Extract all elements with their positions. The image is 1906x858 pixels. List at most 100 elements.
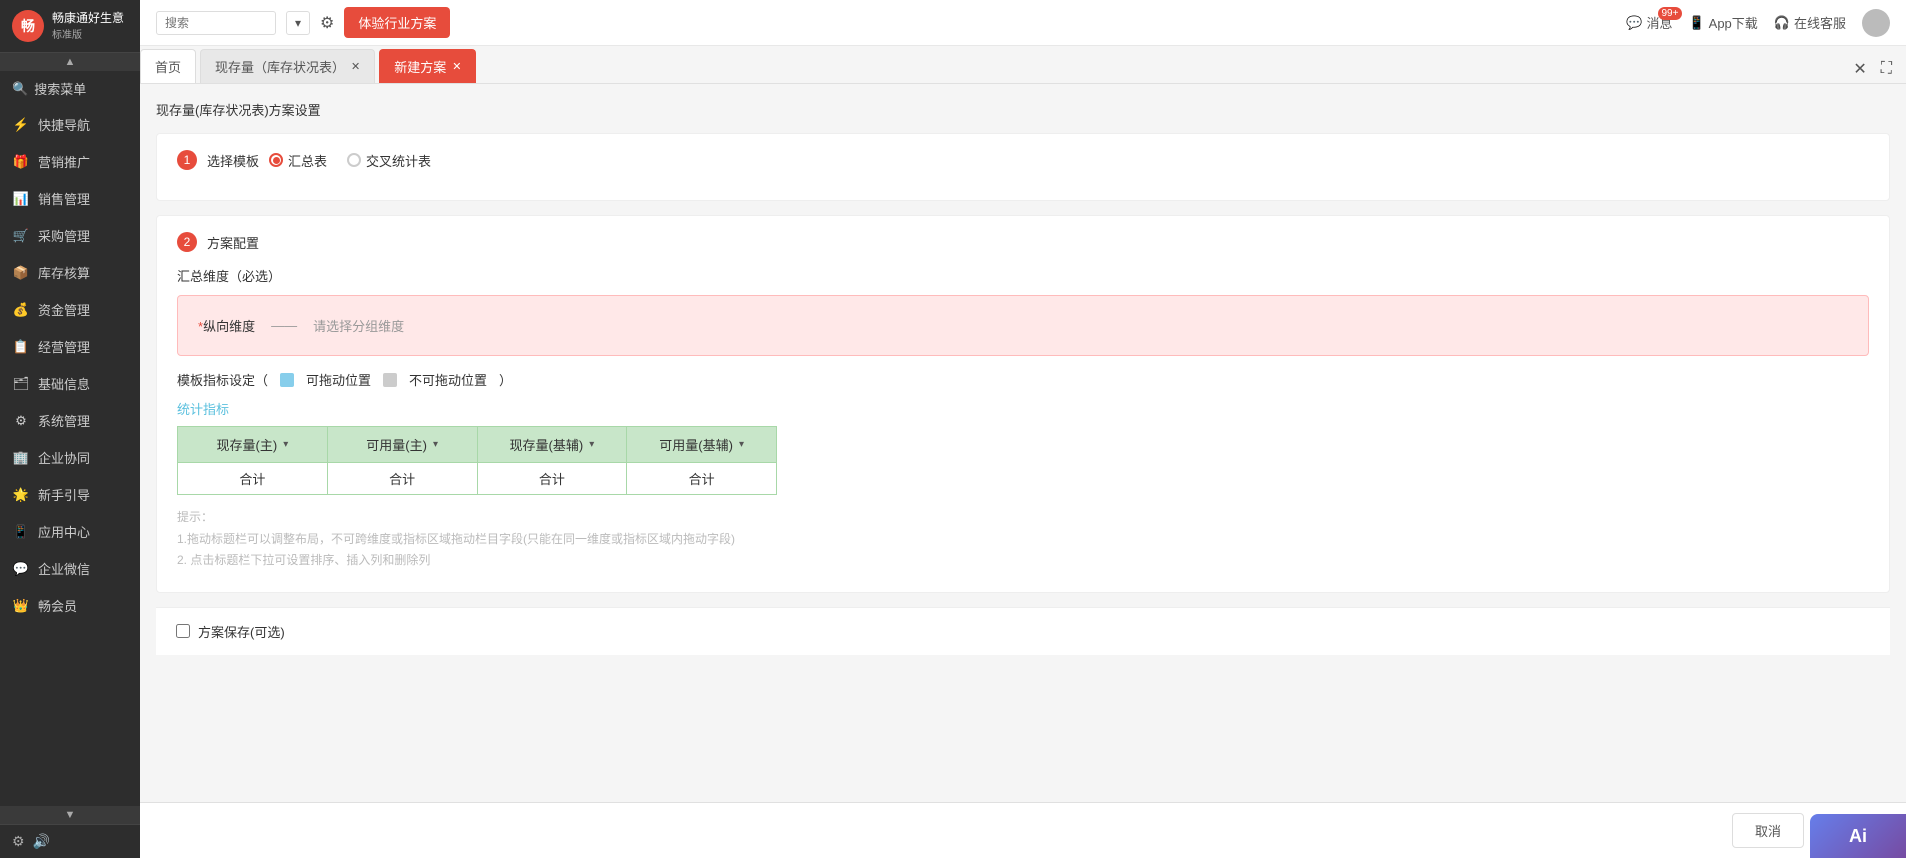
save-section: 方案保存(可选): [156, 607, 1890, 655]
cancel-button[interactable]: 取消: [1732, 813, 1804, 848]
indicator-close: ）: [499, 370, 512, 389]
topbar-dropdown-button[interactable]: ▾: [286, 11, 310, 35]
radio-cross-dot: [347, 153, 361, 167]
expand-window-icon[interactable]: ⛶: [1877, 56, 1896, 82]
stats-table-header-row: 现存量(主) ▾ 可用量(主) ▾: [178, 427, 777, 463]
online-service-button[interactable]: 🎧 在线客服: [1774, 13, 1846, 32]
message-button[interactable]: 💬 消息 99+: [1626, 13, 1672, 32]
inventory-status-tab-label: 现存量（库存状况表）: [215, 57, 345, 76]
sidebar-item-label: 新手引导: [38, 485, 90, 504]
tips-item-0: 1.拖动标题栏可以调整布局，不可跨维度或指标区域拖动栏目字段(只能在同一维度或指…: [177, 529, 1869, 551]
chevron-down-icon-1: ▾: [433, 439, 438, 450]
sidebar-item-label: 经营管理: [38, 337, 90, 356]
app-download-label: App下载: [1709, 13, 1758, 32]
sidebar-scroll-up[interactable]: ▲: [0, 53, 140, 71]
sidebar-item-label: 企业微信: [38, 559, 90, 578]
close-window-icon[interactable]: ✕: [1849, 55, 1870, 83]
purchase-icon: 🛒: [12, 227, 30, 245]
sidebar-item-label: 应用中心: [38, 522, 90, 541]
page-title: 现存量(库存状况表)方案设置: [156, 100, 1890, 119]
new-plan-tab-close[interactable]: ✕: [452, 60, 461, 73]
chevron-down-icon-2: ▾: [589, 439, 594, 450]
step1-section: 1 选择模板 汇总表 交叉统计表: [156, 133, 1890, 201]
dimension-row: *纵向维度 —— 请选择分组维度: [198, 316, 1848, 335]
experience-btn[interactable]: 体验行业方案: [344, 7, 450, 38]
sidebar-item-newbie[interactable]: 🌟 新手引导: [0, 476, 140, 513]
user-avatar[interactable]: [1862, 9, 1890, 37]
step1-badge: 1: [177, 150, 197, 170]
sidebar-search[interactable]: 🔍 搜索菜单: [0, 71, 140, 106]
draggable-label: 可拖动位置: [306, 370, 371, 389]
dimension-dash: ——: [271, 318, 297, 333]
app-name: 畅康通好生意 标准版: [52, 11, 124, 42]
home-tab-label: 首页: [155, 57, 181, 76]
sidebar-item-basic[interactable]: 🗂 基础信息: [0, 365, 140, 402]
sidebar-item-finance[interactable]: 💰 资金管理: [0, 291, 140, 328]
sidebar: 畅 畅康通好生意 标准版 ▲ 🔍 搜索菜单 ⚡ 快捷导航 🎁 营销推广 📊 销售…: [0, 0, 140, 858]
sidebar-item-purchase[interactable]: 🛒 采购管理: [0, 217, 140, 254]
sidebar-item-corp[interactable]: 🏢 企业协同: [0, 439, 140, 476]
sidebar-scroll-down[interactable]: ▼: [0, 806, 140, 824]
ai-fab[interactable]: Ai: [1810, 814, 1906, 858]
content-area: 现存量(库存状况表)方案设置 1 选择模板 汇总表 交叉统计表: [140, 84, 1906, 802]
tab-home[interactable]: 首页: [140, 49, 196, 83]
sidebar-item-quick-nav[interactable]: ⚡ 快捷导航: [0, 106, 140, 143]
stats-label: 统计指标: [177, 399, 1869, 418]
finance-icon: 💰: [12, 301, 30, 319]
mobile-icon: 📱: [1688, 15, 1704, 31]
radio-summary-label: 汇总表: [288, 151, 327, 170]
col-header-3[interactable]: 可用量(基辅) ▾: [627, 427, 777, 463]
sidebar-item-label: 基础信息: [38, 374, 90, 393]
col-header-0[interactable]: 现存量(主) ▾: [178, 427, 328, 463]
app-download-button[interactable]: 📱 App下载: [1688, 13, 1757, 32]
sidebar-item-label: 采购管理: [38, 226, 90, 245]
tips-item-1: 2. 点击标题栏下拉可设置排序、插入列和删除列: [177, 550, 1869, 572]
tips-section: 提示： 1.拖动标题栏可以调整布局，不可跨维度或指标区域拖动栏目字段(只能在同一…: [177, 507, 1869, 572]
tab-inventory-status[interactable]: 现存量（库存状况表） ✕: [200, 49, 375, 83]
ai-fab-label: Ai: [1849, 826, 1867, 847]
cell-0-1: 合计: [327, 463, 477, 495]
step1-label: 选择模板: [207, 151, 259, 170]
sidebar-item-label: 资金管理: [38, 300, 90, 319]
sidebar-item-wechat[interactable]: 💬 企业微信: [0, 550, 140, 587]
col-header-2-label: 现存量(基辅): [510, 435, 584, 454]
volume-footer-icon[interactable]: 🔊: [33, 833, 50, 850]
col-header-2[interactable]: 现存量(基辅) ▾: [477, 427, 627, 463]
settings-footer-icon[interactable]: ⚙: [12, 833, 25, 850]
radio-summary-dot: [269, 153, 283, 167]
dimension-placeholder[interactable]: 请选择分组维度: [313, 316, 404, 335]
step2-label: 方案配置: [207, 233, 259, 252]
sidebar-item-operation[interactable]: 📋 经营管理: [0, 328, 140, 365]
indicator-settings-label: 模板指标设定（: [177, 370, 268, 389]
system-icon: ⚙: [12, 412, 30, 430]
sidebar-item-system[interactable]: ⚙ 系统管理: [0, 402, 140, 439]
sidebar-item-inventory[interactable]: 📦 库存核算: [0, 254, 140, 291]
radio-cross[interactable]: 交叉统计表: [347, 151, 431, 170]
draggable-badge: [280, 373, 294, 387]
topbar-search-input[interactable]: [156, 11, 276, 35]
save-label: 方案保存(可选): [198, 622, 285, 641]
radio-summary[interactable]: 汇总表: [269, 151, 327, 170]
step2-header: 2 方案配置: [177, 232, 1869, 252]
newbie-icon: 🌟: [12, 486, 30, 504]
col-header-1[interactable]: 可用量(主) ▾: [327, 427, 477, 463]
sidebar-item-marketing[interactable]: 🎁 营销推广: [0, 143, 140, 180]
chevron-down-icon-0: ▾: [283, 439, 288, 450]
radio-cross-label: 交叉统计表: [366, 151, 431, 170]
sidebar-item-sales[interactable]: 📊 销售管理: [0, 180, 140, 217]
main-area: ▾ ⚙ 体验行业方案 💬 消息 99+ 📱 App下载 🎧 在线客服 首页: [140, 0, 1906, 858]
sidebar-item-appcenter[interactable]: 📱 应用中心: [0, 513, 140, 550]
indicator-settings: 模板指标设定（ 可拖动位置 不可拖动位置 ）: [177, 370, 1869, 389]
nondraggable-badge: [383, 373, 397, 387]
tab-new-plan[interactable]: 新建方案 ✕: [379, 49, 476, 83]
topbar-left: ▾ ⚙ 体验行业方案: [156, 7, 1616, 38]
topbar: ▾ ⚙ 体验行业方案 💬 消息 99+ 📱 App下载 🎧 在线客服: [140, 0, 1906, 46]
inventory-icon: 📦: [12, 264, 30, 282]
sidebar-item-member[interactable]: 👑 畅会员: [0, 587, 140, 624]
new-plan-tab-label: 新建方案: [394, 57, 446, 76]
inventory-status-tab-close[interactable]: ✕: [351, 60, 360, 73]
dimension-box: *纵向维度 —— 请选择分组维度: [177, 295, 1869, 356]
save-checkbox[interactable]: [176, 624, 190, 638]
search-icon: 🔍: [12, 81, 28, 97]
gear-icon[interactable]: ⚙: [320, 13, 334, 33]
